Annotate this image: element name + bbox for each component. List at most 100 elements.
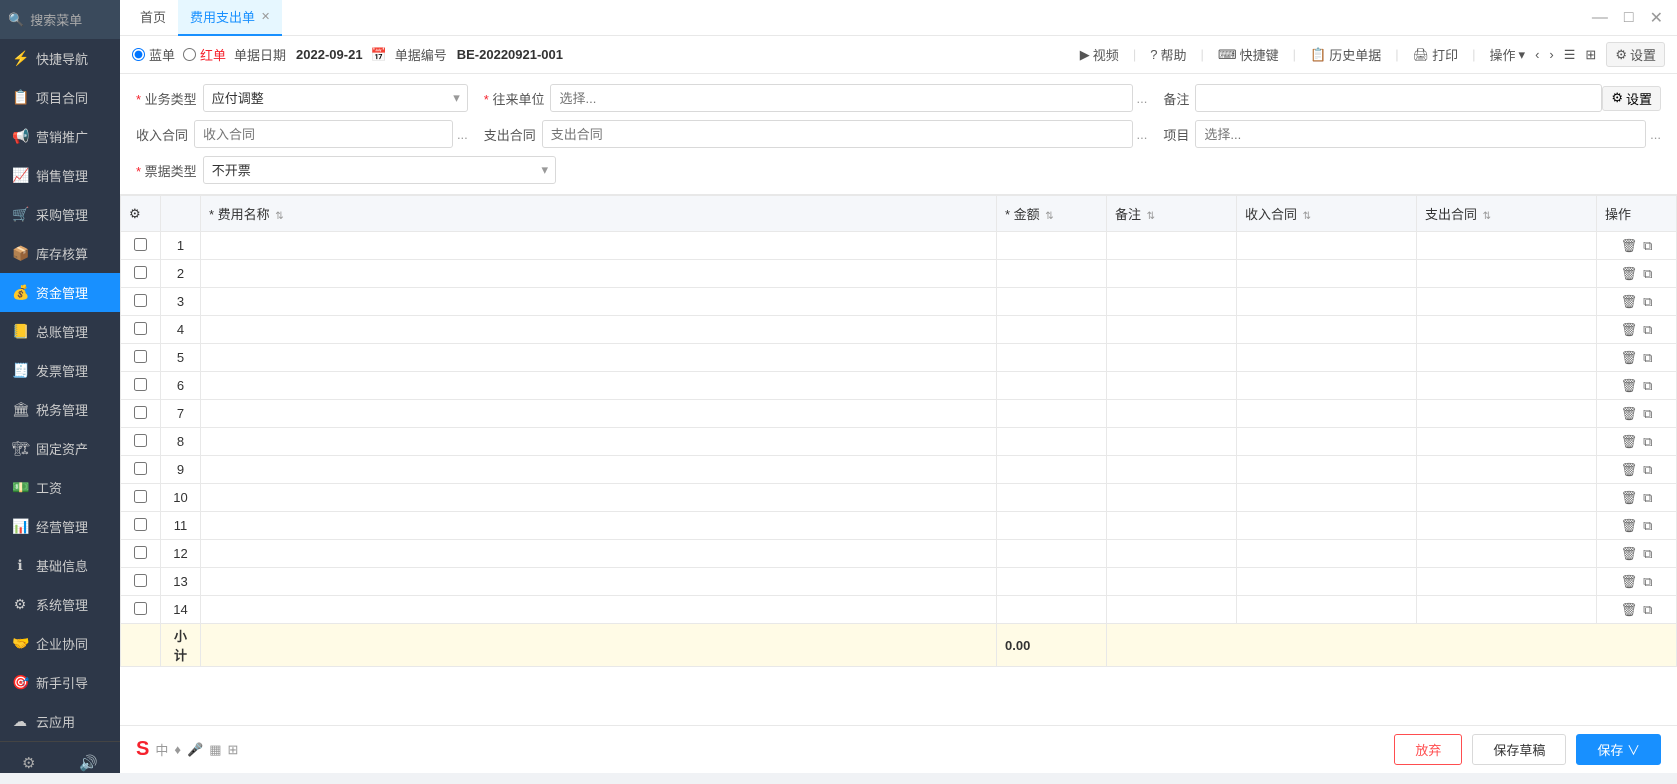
print-button[interactable]: 🖨 打印 bbox=[1413, 45, 1459, 64]
income-contract-cell[interactable] bbox=[1237, 400, 1417, 428]
sidebar-item-invoice-mgmt[interactable]: 🧾发票管理 bbox=[0, 351, 120, 390]
expense-name-cell[interactable] bbox=[201, 512, 997, 540]
delete-row-icon[interactable]: 🗑 bbox=[1621, 294, 1638, 310]
income-contract-cell[interactable] bbox=[1237, 428, 1417, 456]
col-expense-name[interactable]: * 费用名称 ⇅ bbox=[201, 196, 997, 232]
expense-contract-cell[interactable] bbox=[1417, 428, 1597, 456]
income-contract-cell[interactable] bbox=[1237, 512, 1417, 540]
window-minimize-button[interactable]: — bbox=[1586, 7, 1614, 29]
expense-contract-cell[interactable] bbox=[1417, 456, 1597, 484]
row-checkbox-cell[interactable] bbox=[121, 512, 161, 540]
amount-cell[interactable] bbox=[997, 456, 1107, 484]
project-more-icon[interactable]: ... bbox=[1650, 127, 1661, 142]
col-remark[interactable]: 备注 ⇅ bbox=[1107, 196, 1237, 232]
income-contract-cell[interactable] bbox=[1237, 484, 1417, 512]
row-checkbox[interactable] bbox=[134, 574, 147, 587]
sort-icon[interactable]: ⇅ bbox=[1045, 211, 1053, 222]
income-contract-cell[interactable] bbox=[1237, 316, 1417, 344]
row-checkbox-cell[interactable] bbox=[121, 372, 161, 400]
row-checkbox[interactable] bbox=[134, 490, 147, 503]
income-contract-cell[interactable] bbox=[1237, 540, 1417, 568]
row-checkbox-cell[interactable] bbox=[121, 596, 161, 624]
row-checkbox[interactable] bbox=[134, 406, 147, 419]
delete-row-icon[interactable]: 🗑 bbox=[1621, 490, 1638, 506]
remark-settings-button[interactable]: ⚙ 设置 bbox=[1602, 86, 1661, 111]
col-gear[interactable]: ⚙ bbox=[121, 196, 161, 232]
delete-row-icon[interactable]: 🗑 bbox=[1621, 350, 1638, 366]
delete-row-icon[interactable]: 🗑 bbox=[1621, 462, 1638, 478]
copy-row-icon[interactable]: ⧉ bbox=[1643, 350, 1652, 366]
blue-bill-radio[interactable]: 蓝单 bbox=[132, 45, 175, 64]
remark-cell[interactable] bbox=[1107, 568, 1237, 596]
expense-contract-cell[interactable] bbox=[1417, 316, 1597, 344]
partner-more-icon[interactable]: ... bbox=[1137, 91, 1148, 106]
amount-cell[interactable] bbox=[997, 484, 1107, 512]
row-checkbox[interactable] bbox=[134, 322, 147, 335]
next-nav-button[interactable]: › bbox=[1549, 47, 1553, 62]
window-close-button[interactable]: ✕ bbox=[1644, 6, 1669, 30]
row-checkbox-cell[interactable] bbox=[121, 344, 161, 372]
sidebar-item-operations-mgmt[interactable]: 📊经营管理 bbox=[0, 507, 120, 546]
sidebar-item-sales-mgmt[interactable]: 📈销售管理 bbox=[0, 156, 120, 195]
calendar-icon[interactable]: 📅 bbox=[371, 47, 387, 63]
save-draft-button[interactable]: 保存草稿 bbox=[1472, 734, 1566, 765]
sidebar-item-inventory[interactable]: 📦库存核算 bbox=[0, 234, 120, 273]
delete-row-icon[interactable]: 🗑 bbox=[1621, 546, 1638, 562]
row-checkbox-cell[interactable] bbox=[121, 316, 161, 344]
expense-contract-cell[interactable] bbox=[1417, 400, 1597, 428]
sort-icon[interactable]: ⇅ bbox=[1483, 211, 1491, 222]
discard-button[interactable]: 放弃 bbox=[1394, 734, 1462, 765]
expense-contract-cell[interactable] bbox=[1417, 596, 1597, 624]
window-maximize-button[interactable]: □ bbox=[1618, 7, 1640, 29]
row-checkbox-cell[interactable] bbox=[121, 568, 161, 596]
row-checkbox[interactable] bbox=[134, 518, 147, 531]
income-contract-cell[interactable] bbox=[1237, 456, 1417, 484]
row-checkbox-cell[interactable] bbox=[121, 540, 161, 568]
delete-row-icon[interactable]: 🗑 bbox=[1621, 266, 1638, 282]
delete-row-icon[interactable]: 🗑 bbox=[1621, 434, 1638, 450]
row-checkbox[interactable] bbox=[134, 434, 147, 447]
amount-cell[interactable] bbox=[997, 596, 1107, 624]
income-contract-cell[interactable] bbox=[1237, 568, 1417, 596]
row-checkbox-cell[interactable] bbox=[121, 260, 161, 288]
remark-cell[interactable] bbox=[1107, 288, 1237, 316]
sort-icon[interactable]: ⇅ bbox=[275, 211, 283, 222]
row-checkbox-cell[interactable] bbox=[121, 428, 161, 456]
row-checkbox[interactable] bbox=[134, 546, 147, 559]
amount-cell[interactable] bbox=[997, 232, 1107, 260]
income-contract-input[interactable] bbox=[194, 120, 453, 148]
copy-row-icon[interactable]: ⧉ bbox=[1643, 322, 1652, 338]
expense-name-cell[interactable] bbox=[201, 484, 997, 512]
red-bill-radio[interactable]: 红单 bbox=[183, 45, 226, 64]
expense-contract-cell[interactable] bbox=[1417, 372, 1597, 400]
expense-name-cell[interactable] bbox=[201, 596, 997, 624]
income-contract-cell[interactable] bbox=[1237, 288, 1417, 316]
sidebar-item-ledger-mgmt[interactable]: 📒总账管理 bbox=[0, 312, 120, 351]
save-button[interactable]: 保存 ∨ bbox=[1576, 734, 1661, 765]
remark-cell[interactable] bbox=[1107, 344, 1237, 372]
row-checkbox-cell[interactable] bbox=[121, 288, 161, 316]
expense-contract-cell[interactable] bbox=[1417, 568, 1597, 596]
sidebar-item-purchase-mgmt[interactable]: 🛒采购管理 bbox=[0, 195, 120, 234]
delete-row-icon[interactable]: 🗑 bbox=[1621, 378, 1638, 394]
amount-cell[interactable] bbox=[997, 372, 1107, 400]
invoice-type-select[interactable]: 不开票 bbox=[203, 156, 556, 184]
remark-cell[interactable] bbox=[1107, 484, 1237, 512]
amount-cell[interactable] bbox=[997, 568, 1107, 596]
tab-home[interactable]: 首页 bbox=[128, 0, 178, 36]
blue-bill-radio-input[interactable] bbox=[132, 48, 145, 61]
sidebar-item-project-contract[interactable]: 📋项目合同 bbox=[0, 78, 120, 117]
copy-row-icon[interactable]: ⧉ bbox=[1643, 462, 1652, 478]
remark-input[interactable] bbox=[1195, 84, 1602, 112]
col-expense-contract[interactable]: 支出合同 ⇅ bbox=[1417, 196, 1597, 232]
remark-cell[interactable] bbox=[1107, 316, 1237, 344]
sidebar-item-enterprise-collab[interactable]: 🤝企业协同 bbox=[0, 624, 120, 663]
sidebar-item-new-guide[interactable]: 🎯新手引导 bbox=[0, 663, 120, 702]
sidebar-item-tax-mgmt[interactable]: 🏛税务管理 bbox=[0, 390, 120, 429]
amount-cell[interactable] bbox=[997, 288, 1107, 316]
sidebar-item-quick-nav[interactable]: ⚡快捷导航 bbox=[0, 39, 120, 78]
col-income-contract[interactable]: 收入合同 ⇅ bbox=[1237, 196, 1417, 232]
delete-row-icon[interactable]: 🗑 bbox=[1621, 518, 1638, 534]
copy-row-icon[interactable]: ⧉ bbox=[1643, 378, 1652, 394]
list-view-button[interactable]: ☰ bbox=[1564, 47, 1576, 63]
